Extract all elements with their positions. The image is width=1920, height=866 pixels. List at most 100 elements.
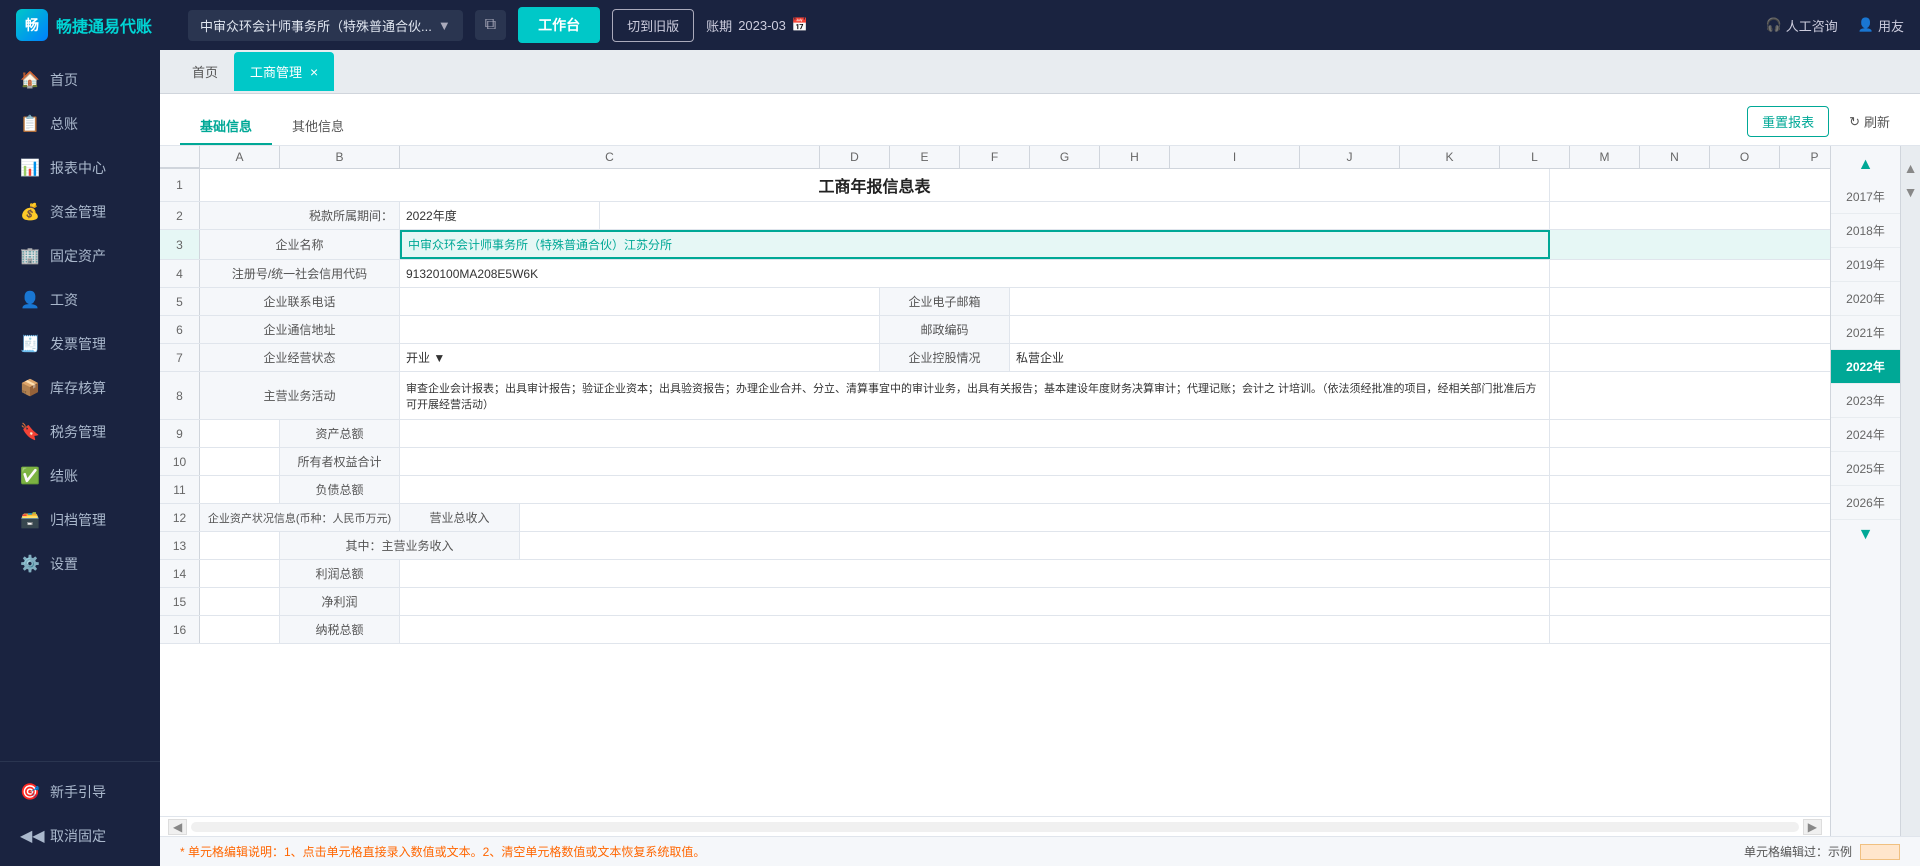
- cell-2-empty[interactable]: [600, 202, 1550, 229]
- year-item-2024[interactable]: 2024年: [1831, 418, 1900, 452]
- reset-report-button[interactable]: 重置报表: [1747, 106, 1829, 137]
- cell-7-status[interactable]: 开业 ▼: [400, 344, 880, 371]
- logo-icon: 畅: [16, 9, 48, 41]
- cell-15-value[interactable]: [400, 588, 1550, 615]
- cell-6-zip[interactable]: [1010, 316, 1550, 343]
- cell-14-value[interactable]: [400, 560, 1550, 587]
- refresh-button[interactable]: ↻ 刷新: [1839, 106, 1900, 137]
- cell-4-value[interactable]: 91320100MA208E5W6K: [400, 260, 1550, 287]
- cell-16-a: [200, 616, 280, 643]
- sidebar-item-label: 资金管理: [50, 202, 106, 222]
- collapse-arrow-up[interactable]: ▲: [1900, 156, 1920, 180]
- year-item-2019[interactable]: 2019年: [1831, 248, 1900, 282]
- table-row: 16 纳税总额: [160, 616, 1830, 644]
- app-name: 畅捷通易代账: [56, 13, 152, 37]
- copy-button[interactable]: ⧉: [475, 10, 506, 40]
- report-icon: 📊: [20, 158, 40, 178]
- sidebar-item-label: 工资: [50, 290, 78, 310]
- sidebar-item-tax[interactable]: 🔖 税务管理: [0, 410, 160, 454]
- sidebar-item-unpin[interactable]: ◀◀ 取消固定: [0, 814, 160, 858]
- sidebar-item-close[interactable]: ✅ 结账: [0, 454, 160, 498]
- year-item-2017[interactable]: 2017年: [1831, 180, 1900, 214]
- year-item-2021[interactable]: 2021年: [1831, 316, 1900, 350]
- sample-label: 单元格编辑过：示例: [1744, 843, 1852, 860]
- row-num: 7: [160, 344, 200, 371]
- sub-tab-basic[interactable]: 基础信息: [180, 108, 272, 145]
- sidebar-item-inventory[interactable]: 📦 库存核算: [0, 366, 160, 410]
- period-label: 账期: [706, 16, 732, 35]
- cell-11-value[interactable]: [400, 476, 1550, 503]
- cell-9-value[interactable]: [400, 420, 1550, 447]
- cell-16-value[interactable]: [400, 616, 1550, 643]
- sidebar-item-capital[interactable]: 💰 资金管理: [0, 190, 160, 234]
- sidebar-item-label: 结账: [50, 466, 78, 486]
- table-row: 7 企业经营状态 开业 ▼ 企业控股情况 私营企业: [160, 344, 1830, 372]
- assets-icon: 🏢: [20, 246, 40, 266]
- year-item-2026[interactable]: 2026年: [1831, 486, 1900, 520]
- cell-5-phone[interactable]: [400, 288, 880, 315]
- sample-cell: [1860, 844, 1900, 860]
- scroll-left-button[interactable]: ◀: [168, 819, 187, 835]
- cell-14-a: [200, 560, 280, 587]
- year-item-2018[interactable]: 2018年: [1831, 214, 1900, 248]
- scroll-right-button[interactable]: ▶: [1803, 819, 1822, 835]
- scrollbar-track[interactable]: [191, 822, 1799, 832]
- sidebar-item-archive[interactable]: 🗃️ 归档管理: [0, 498, 160, 542]
- service-button[interactable]: 🎧 人工咨询: [1766, 16, 1838, 35]
- sidebar-item-invoice[interactable]: 🧾 发票管理: [0, 322, 160, 366]
- sub-tab-other[interactable]: 其他信息: [272, 108, 364, 145]
- sidebar-item-wage[interactable]: 👤 工资: [0, 278, 160, 322]
- sidebar-item-label: 税务管理: [50, 422, 106, 442]
- year-item-2022[interactable]: 2022年: [1831, 350, 1900, 384]
- user-menu[interactable]: 👤 用友: [1858, 16, 1904, 35]
- cell-2-value[interactable]: 2022年度: [400, 202, 600, 229]
- horizontal-scrollbar: ◀ ▶: [160, 816, 1830, 836]
- tab-home[interactable]: 首页: [176, 52, 234, 91]
- year-item-2020[interactable]: 2020年: [1831, 282, 1900, 316]
- cell-12-value[interactable]: [520, 504, 1550, 531]
- row-num: 12: [160, 504, 200, 531]
- cell-5-email[interactable]: [1010, 288, 1550, 315]
- cell-title[interactable]: 工商年报信息表: [200, 169, 1550, 201]
- sidebar-item-ledger[interactable]: 📋 总账: [0, 102, 160, 146]
- footer-hint: * 单元格编辑说明：1、点击单元格直接录入数值或文本。2、清空单元格数值或文本恢…: [180, 843, 705, 860]
- sub-tab-actions: 重置报表 ↻ 刷新: [1747, 106, 1900, 145]
- row-num: 5: [160, 288, 200, 315]
- sidebar-item-newguide[interactable]: 🎯 新手引导: [0, 770, 160, 814]
- table-row: 9 资产总额: [160, 420, 1830, 448]
- sidebar-item-report[interactable]: 📊 报表中心: [0, 146, 160, 190]
- tab-close-button[interactable]: ×: [310, 65, 318, 79]
- cell-7-holding[interactable]: 私营企业: [1010, 344, 1550, 371]
- collapse-arrow-down[interactable]: ▼: [1900, 180, 1920, 204]
- tab-gongshang[interactable]: 工商管理 ×: [234, 52, 334, 91]
- cell-15-label: 净利润: [280, 588, 400, 615]
- sidebar-item-label: 取消固定: [50, 826, 106, 846]
- cell-10-value[interactable]: [400, 448, 1550, 475]
- sidebar-item-home[interactable]: 🏠 首页: [0, 58, 160, 102]
- year-scroll-down-button[interactable]: ▼: [1831, 520, 1900, 550]
- sidebar-bottom: 🎯 新手引导 ◀◀ 取消固定: [0, 761, 160, 858]
- cell-8-value[interactable]: 审查企业会计报表；出具审计报告；验证企业资本；出具验资报告；办理企业合并、分立、…: [400, 372, 1550, 419]
- workbench-button[interactable]: 工作台: [518, 7, 600, 43]
- old-version-button[interactable]: 切到旧版: [612, 9, 694, 42]
- sidebar-item-settings[interactable]: ⚙️ 设置: [0, 542, 160, 586]
- rows-container[interactable]: 1 工商年报信息表 2 税款所属期间： 2022年度 3: [160, 169, 1830, 816]
- sidebar-item-label: 总账: [50, 114, 78, 134]
- footer-right: 单元格编辑过：示例: [1744, 843, 1900, 860]
- row-num: 8: [160, 372, 200, 419]
- year-item-2025[interactable]: 2025年: [1831, 452, 1900, 486]
- year-scroll-up-button[interactable]: ▲: [1831, 150, 1900, 180]
- topbar: 畅 畅捷通易代账 中审众环会计师事务所（特殊普通合伙... ▼ ⧉ 工作台 切到…: [0, 0, 1920, 50]
- year-item-2023[interactable]: 2023年: [1831, 384, 1900, 418]
- cell-13-value[interactable]: [520, 532, 1550, 559]
- calendar-icon[interactable]: 📅: [792, 17, 808, 33]
- company-selector[interactable]: 中审众环会计师事务所（特殊普通合伙... ▼: [188, 10, 463, 41]
- col-header-p: P: [1780, 146, 1830, 168]
- cell-8-label: 主营业务活动: [200, 372, 400, 419]
- sidebar-item-assets[interactable]: 🏢 固定资产: [0, 234, 160, 278]
- cell-3-value[interactable]: 中审众环会计师事务所（特殊普通合伙）江苏分所: [400, 230, 1550, 259]
- row-num: 6: [160, 316, 200, 343]
- unpin-icon: ◀◀: [20, 826, 40, 846]
- row-num: 2: [160, 202, 200, 229]
- cell-6-addr[interactable]: [400, 316, 880, 343]
